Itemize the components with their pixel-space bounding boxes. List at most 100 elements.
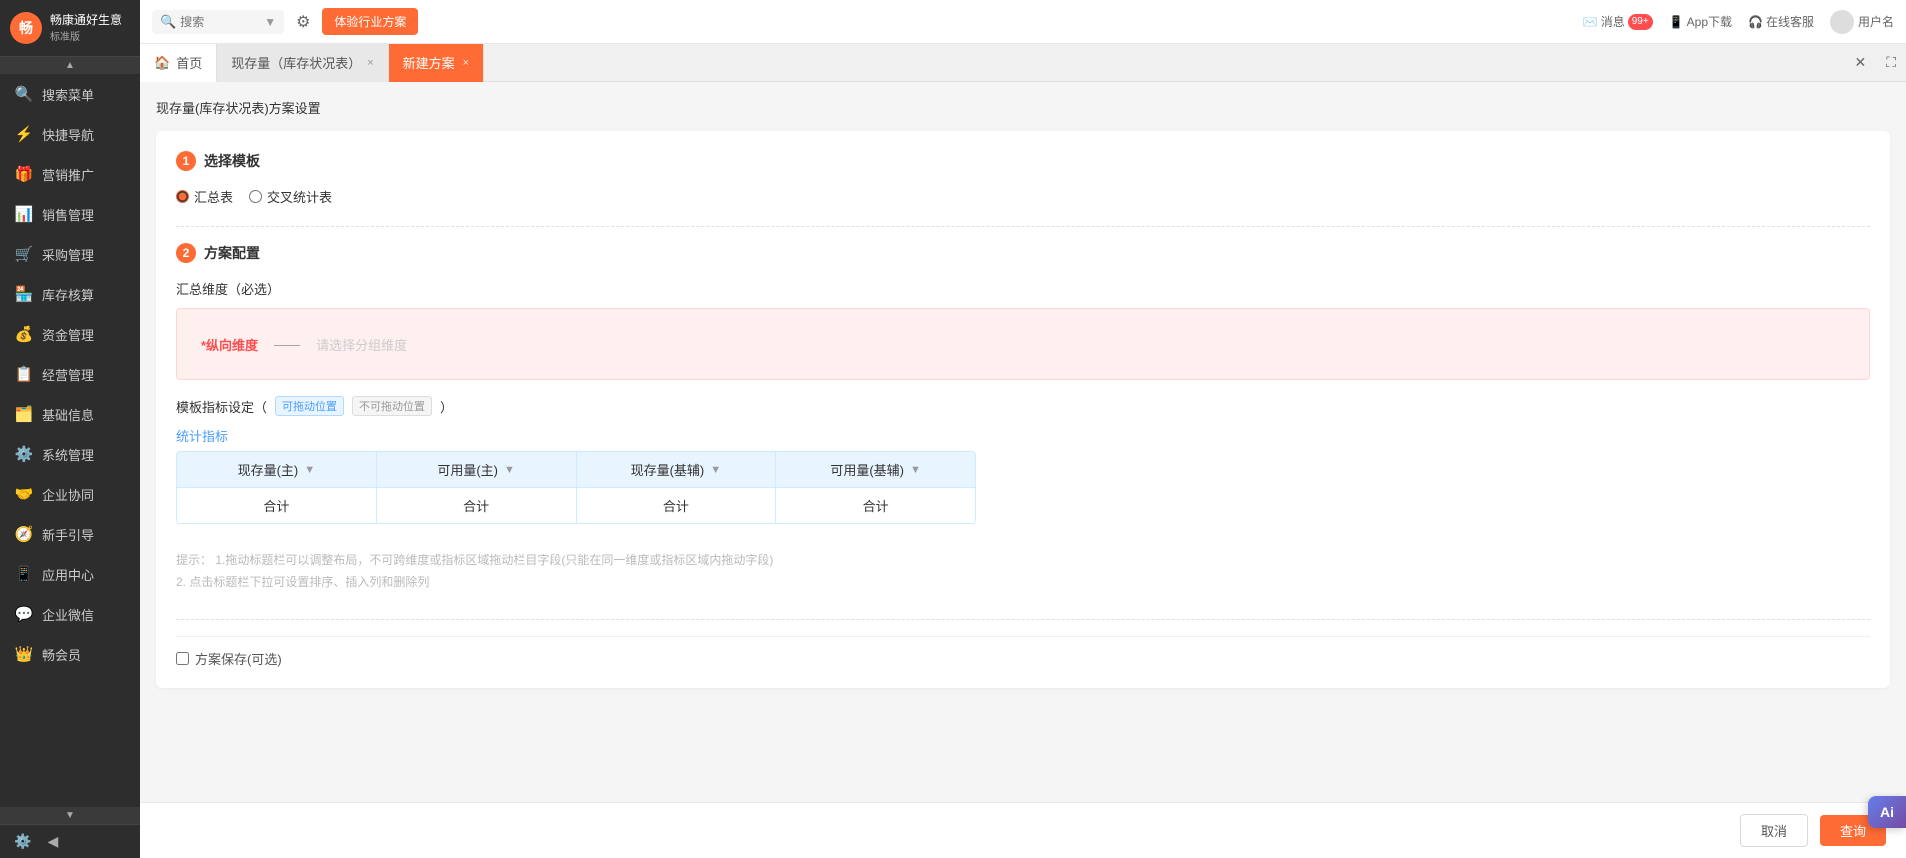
tab-close-inventory[interactable]: ×: [367, 57, 373, 69]
sidebar-item-label: 资金管理: [42, 325, 94, 344]
main-area: 🔍 ▼ ⚙ 体验行业方案 ✉️ 消息 99+ 📱 App下载 🎧 在线客服 用户…: [140, 0, 1906, 858]
tabs-bar: 🏠 首页 现存量（库存状况表） × 新建方案 × ✕ ⛶: [140, 44, 1906, 82]
tab-close-new-scheme[interactable]: ×: [463, 57, 469, 69]
experience-btn[interactable]: 体验行业方案: [322, 8, 418, 35]
section2-header: 2 方案配置: [176, 243, 1870, 263]
gear-icon: ⚙️: [14, 444, 34, 464]
app-download-btn[interactable]: 📱 App下载: [1669, 13, 1732, 30]
sidebar-item-wechat[interactable]: 💬 企业微信: [0, 594, 140, 634]
template-radio-group: 汇总表 交叉统计表: [176, 187, 1870, 206]
tab-close-all[interactable]: ✕: [1844, 54, 1876, 71]
avatar: [1830, 10, 1854, 34]
online-service-label: 在线客服: [1766, 13, 1814, 30]
col-3-label: 可用量(基辅): [830, 460, 904, 479]
sidebar-item-label: 企业协同: [42, 485, 94, 504]
folder-icon: 🗂️: [14, 404, 34, 424]
messages-badge: 99+: [1628, 14, 1653, 30]
clipboard-icon: 📋: [14, 364, 34, 384]
radio-cross[interactable]: 交叉统计表: [249, 187, 332, 206]
sidebar-item-inventory[interactable]: 🏪 库存核算: [0, 274, 140, 314]
tab-inventory-status[interactable]: 现存量（库存状况表） ×: [217, 44, 388, 82]
chart-icon: 📊: [14, 204, 34, 224]
sidebar-item-label: 应用中心: [42, 565, 94, 584]
sidebar-item-baseinfo[interactable]: 🗂️ 基础信息: [0, 394, 140, 434]
sidebar-bottom: ⚙️ ◀: [0, 824, 140, 858]
sidebar-item-label: 畅会员: [42, 645, 81, 664]
topbar-search-icon: 🔍: [160, 14, 176, 30]
sidebar-item-label: 搜索菜单: [42, 85, 94, 104]
sidebar-item-label: 经营管理: [42, 365, 94, 384]
sidebar-item-sales[interactable]: 📊 销售管理: [0, 194, 140, 234]
cancel-button[interactable]: 取消: [1740, 814, 1808, 847]
section-divider: [176, 226, 1870, 227]
search-dropdown-icon[interactable]: ▼: [264, 15, 276, 29]
dash-line: ——: [274, 337, 300, 352]
chat-icon: 💬: [14, 604, 34, 624]
save-checkbox[interactable]: [176, 652, 189, 665]
handshake-icon: 🤝: [14, 484, 34, 504]
cell-0: 合计: [177, 488, 377, 523]
online-service-btn[interactable]: 🎧 在线客服: [1748, 13, 1814, 30]
sidebar-item-system[interactable]: ⚙️ 系统管理: [0, 434, 140, 474]
sidebar-item-guide[interactable]: 🧭 新手引导: [0, 514, 140, 554]
fullscreen-btn[interactable]: ⛶: [1876, 54, 1906, 71]
col-0-label: 现存量(主): [238, 460, 299, 479]
col-2[interactable]: 现存量(基辅) ▼: [577, 452, 777, 487]
metrics-suffix: ）: [440, 397, 453, 416]
section2-title: 方案配置: [204, 243, 260, 263]
col-2-dropdown[interactable]: ▼: [710, 464, 721, 476]
col-0-dropdown[interactable]: ▼: [304, 464, 315, 476]
radio-cross-input[interactable]: [249, 190, 262, 203]
scheme-config-section: 2 方案配置 汇总维度（必选） *纵向维度 —— 请选择分组维度 模板指标设定（…: [176, 243, 1870, 603]
radio-summary-label: 汇总表: [194, 187, 233, 206]
logo-text: 畅康通好生意 标准版: [50, 13, 122, 44]
col-0[interactable]: 现存量(主) ▼: [177, 452, 377, 487]
sidebar-item-appcenter[interactable]: 📱 应用中心: [0, 554, 140, 594]
save-label[interactable]: 方案保存(可选): [195, 649, 282, 668]
collapse-icon[interactable]: ◀: [47, 833, 58, 850]
sidebar-item-label: 销售管理: [42, 205, 94, 224]
messages-btn[interactable]: ✉️ 消息 99+: [1583, 13, 1653, 30]
metrics-prefix: 模板指标设定（: [176, 397, 267, 416]
cell-1: 合计: [377, 488, 577, 523]
dimension-placeholder[interactable]: 请选择分组维度: [316, 335, 407, 354]
sidebar-item-search[interactable]: 🔍 搜索菜单: [0, 74, 140, 114]
compass-icon: 🧭: [14, 524, 34, 544]
headset-icon: 🎧: [1748, 15, 1763, 29]
search-box[interactable]: 🔍 ▼: [152, 10, 284, 34]
money-icon: 💰: [14, 324, 34, 344]
ai-float-button[interactable]: Ai: [1868, 796, 1906, 828]
col-1[interactable]: 可用量(主) ▼: [377, 452, 577, 487]
col-1-dropdown[interactable]: ▼: [504, 464, 515, 476]
tab-home[interactable]: 🏠 首页: [140, 44, 217, 82]
col-3-dropdown[interactable]: ▼: [910, 464, 921, 476]
user-menu[interactable]: 用户名: [1830, 10, 1894, 34]
tips-section: 提示： 1.拖动标题栏可以调整布局，不可跨维度或指标区域拖动栏目字段(只能在同一…: [176, 540, 1870, 603]
sidebar-scroll-down[interactable]: ▼: [0, 807, 140, 824]
sidebar-item-label: 快捷导航: [42, 125, 94, 144]
sidebar-item-marketing[interactable]: 🎁 营销推广: [0, 154, 140, 194]
radio-summary[interactable]: 汇总表: [176, 187, 233, 206]
sidebar-item-quicknav[interactable]: ⚡ 快捷导航: [0, 114, 140, 154]
sidebar-item-operations[interactable]: 📋 经营管理: [0, 354, 140, 394]
phone-icon: 📱: [1669, 15, 1684, 29]
sidebar-item-label: 营销推广: [42, 165, 94, 184]
metrics-label: 模板指标设定（ 可拖动位置 不可拖动位置 ）: [176, 396, 1870, 416]
sidebar-item-member[interactable]: 👑 畅会员: [0, 634, 140, 674]
sidebar-scroll-up[interactable]: ▲: [0, 57, 140, 74]
sidebar-item-enterprise[interactable]: 🤝 企业协同: [0, 474, 140, 514]
search-input[interactable]: [180, 15, 260, 29]
section1-header: 1 选择模板: [176, 151, 1870, 171]
sidebar-item-purchase[interactable]: 🛒 采购管理: [0, 234, 140, 274]
topbar-gear-icon[interactable]: ⚙: [296, 12, 310, 32]
tab-inventory-label: 现存量（库存状况表）: [231, 53, 361, 72]
col-3[interactable]: 可用量(基辅) ▼: [776, 452, 975, 487]
stats-section: 统计指标 现存量(主) ▼ 可用量(主) ▼: [176, 426, 1870, 524]
tab-new-scheme[interactable]: 新建方案 ×: [389, 44, 484, 82]
dimension-label: 汇总维度（必选）: [176, 279, 1870, 298]
radio-summary-input[interactable]: [176, 190, 189, 203]
sidebar-item-finance[interactable]: 💰 资金管理: [0, 314, 140, 354]
lightning-icon: ⚡: [14, 124, 34, 144]
sidebar-item-label: 新手引导: [42, 525, 94, 544]
settings-icon[interactable]: ⚙️: [14, 833, 31, 850]
